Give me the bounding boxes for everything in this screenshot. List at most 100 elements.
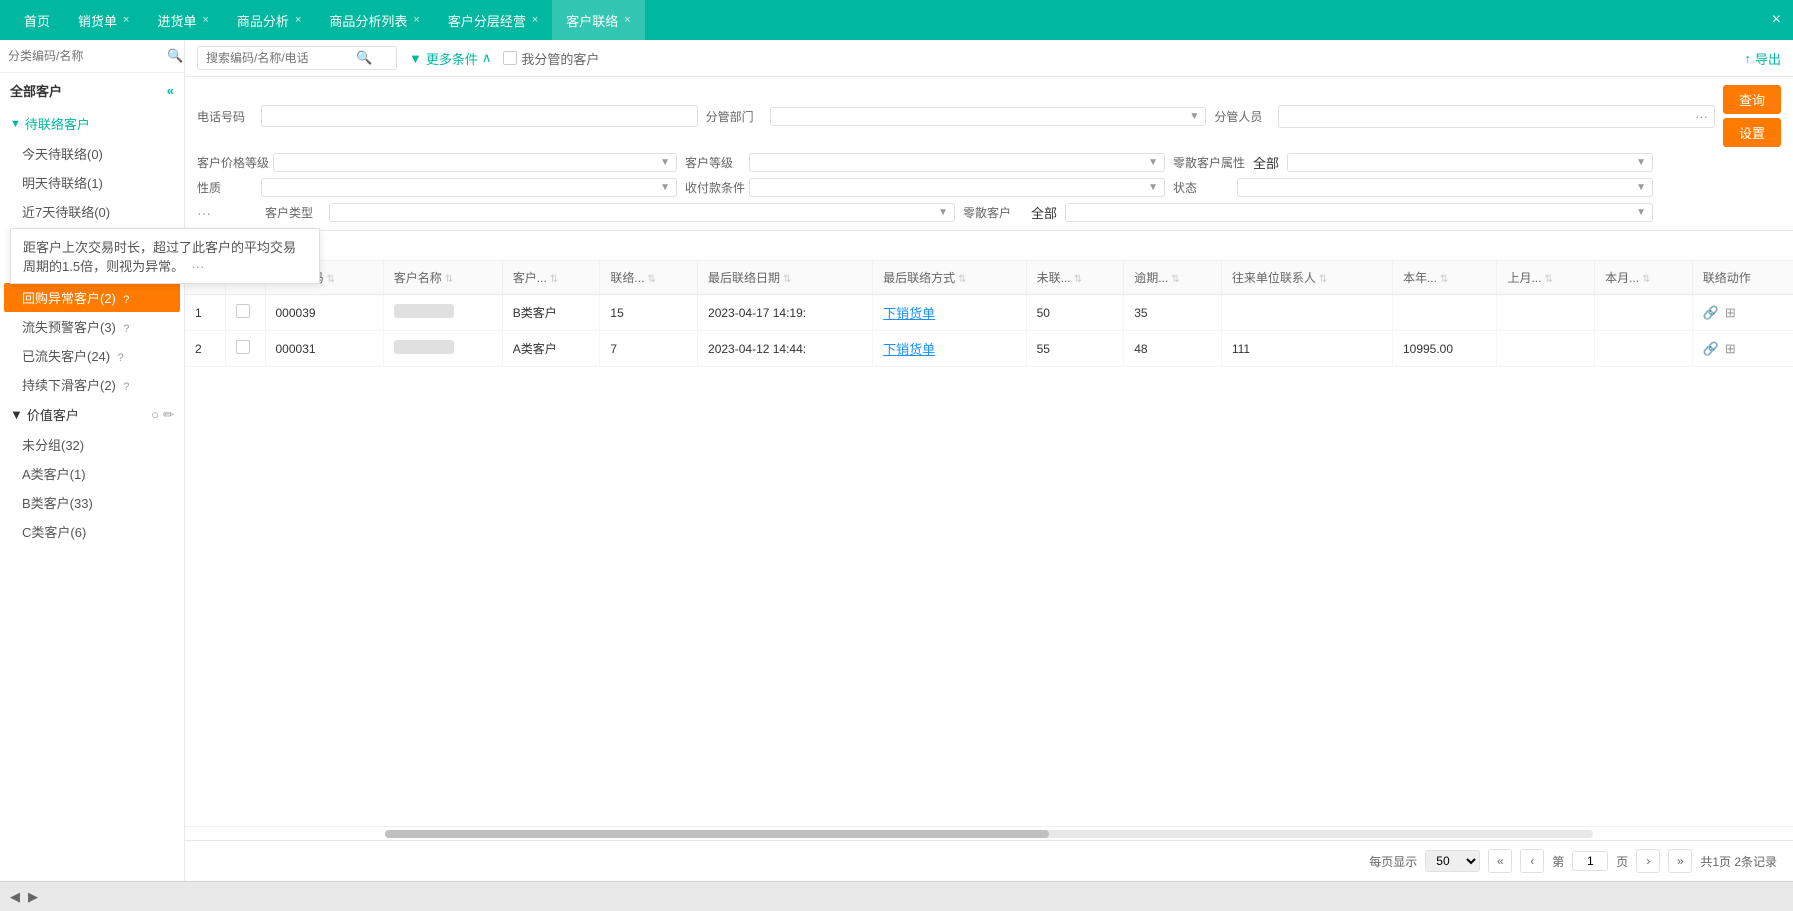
action-grid-icon-0[interactable]: ⊞ <box>1725 305 1736 321</box>
value-edit-icon[interactable]: ✏ <box>163 407 174 423</box>
th-last-contact-method: 最后联络方式⇅ <box>873 261 1026 295</box>
nature-label: 性质 <box>197 179 257 196</box>
table-wrap[interactable]: 客户编码⇅ 客户名称⇅ 客户...⇅ 联络...⇅ 最后联络日期⇅ 最后联络方式… <box>185 261 1793 826</box>
this-year-sort-icon[interactable]: ⇅ <box>1440 274 1448 285</box>
scatter-customer-select[interactable]: ▼ <box>1065 203 1653 222</box>
advanced-filters: 电话号码 分管部门 ▼ 分管人员 ··· <box>185 77 1793 231</box>
filter-nature: 性质 ▼ <box>197 178 677 197</box>
sidebar-search-input[interactable] <box>8 49 163 63</box>
price-level-select[interactable]: ▼ <box>273 153 677 172</box>
sidebar-item-ungrouped[interactable]: 未分组(32) <box>0 430 184 459</box>
sidebar-item-c-class[interactable]: C类客户(6) <box>0 517 184 546</box>
nav-home[interactable]: 首页 <box>10 0 64 40</box>
dept-select[interactable]: ▼ <box>770 107 1207 126</box>
close-product-analysis-icon[interactable]: × <box>295 14 301 26</box>
cell-not-contacted: 50 <box>1026 295 1124 331</box>
prev-page-button[interactable]: ‹ <box>1520 849 1544 873</box>
sidebar-pending-section[interactable]: ▼ 待联络客户 <box>0 108 184 139</box>
payment-select[interactable]: ▼ <box>749 178 1165 197</box>
sidebar-value-section[interactable]: ▼ 价值客户 ○ ✏ <box>0 399 184 430</box>
this-month-sort-icon[interactable]: ⇅ <box>1642 274 1650 285</box>
sidebar-item-b-class[interactable]: B类客户(33) <box>0 488 184 517</box>
main-search-input[interactable] <box>206 51 356 65</box>
page-number-input[interactable] <box>1572 851 1608 871</box>
not-contacted-sort-icon[interactable]: ⇅ <box>1074 274 1082 285</box>
already-lost-info-icon: ? <box>117 352 123 364</box>
filter-customer-level: 客户等级 ▼ <box>685 153 1165 172</box>
sidebar-item-already-lost[interactable]: 已流失客户(24) ? <box>0 341 184 370</box>
nav-customer-contact[interactable]: 客户联络 × <box>552 0 644 40</box>
customer-type-select[interactable]: ▼ <box>329 203 955 222</box>
sidebar-collapse-icon[interactable]: « <box>167 83 174 98</box>
close-product-analysis-list-icon[interactable]: × <box>413 14 419 26</box>
scatter-attr-select[interactable]: ▼ <box>1287 153 1653 172</box>
filter-customer-type: 客户类型 ▼ <box>265 203 955 222</box>
close-all-tabs-button[interactable]: × <box>1772 11 1781 29</box>
contact-method-link-1[interactable]: 下销货单 <box>883 342 935 357</box>
settings-button[interactable]: 设置 <box>1723 118 1781 147</box>
export-button[interactable]: ↑ 导出 <box>1744 49 1781 68</box>
row4-more-dots[interactable]: ··· <box>197 205 211 221</box>
sidebar-item-tomorrow-pending[interactable]: 明天待联络(1) <box>0 168 184 197</box>
nature-select[interactable]: ▼ <box>261 178 677 197</box>
my-customers-checkbox[interactable] <box>503 51 517 65</box>
nav-sales-order[interactable]: 销货单 × <box>64 0 143 40</box>
last-date-sort-icon[interactable]: ⇅ <box>783 274 791 285</box>
scatter-attr-caret: ▼ <box>1636 157 1646 168</box>
action-link-icon-0[interactable]: 🔗 <box>1703 305 1719 321</box>
last-month-sort-icon[interactable]: ⇅ <box>1544 274 1552 285</box>
bottom-nav-right[interactable]: ▶ <box>28 889 38 905</box>
filter-payment: 收付款条件 ▼ <box>685 178 1165 197</box>
close-customer-contact-icon[interactable]: × <box>624 14 630 26</box>
row-checkbox-0[interactable] <box>236 304 250 318</box>
filter-phone: 电话号码 <box>197 105 698 127</box>
bottom-nav-left[interactable]: ◀ <box>10 889 20 905</box>
sidebar-content: 全部客户 « ▼ 待联络客户 今天待联络(0) 明天待联络(1) 近7天待联络(… <box>0 73 184 881</box>
last-page-button[interactable]: » <box>1668 849 1692 873</box>
sidebar-item-lost-warning[interactable]: 流失预警客户(3) ? <box>0 312 184 341</box>
nav-product-analysis[interactable]: 商品分析 × <box>223 0 315 40</box>
value-circle-icon[interactable]: ○ <box>151 407 159 423</box>
status-select[interactable]: ▼ <box>1237 178 1653 197</box>
level-sort-icon[interactable]: ⇅ <box>550 274 558 285</box>
horizontal-scrollbar[interactable] <box>185 826 1793 840</box>
first-page-button[interactable]: « <box>1488 849 1512 873</box>
per-page-select[interactable]: 50 20 100 <box>1425 850 1480 872</box>
sidebar-item-today-pending[interactable]: 今天待联络(0) <box>0 139 184 168</box>
dept-label: 分管部门 <box>706 108 766 125</box>
sidebar-item-a-class[interactable]: A类客户(1) <box>0 459 184 488</box>
more-conditions-button[interactable]: ▼ 更多条件 ∧ <box>409 49 491 68</box>
nav-product-analysis-list[interactable]: 商品分析列表 × <box>315 0 433 40</box>
next-page-button[interactable]: › <box>1636 849 1660 873</box>
close-customer-layered-icon[interactable]: × <box>532 14 538 26</box>
sidebar-item-7day-pending[interactable]: 近7天待联络(0) <box>0 197 184 226</box>
phone-input[interactable] <box>261 105 698 127</box>
scatter-attr-label: 零散客户属性 <box>1173 154 1245 171</box>
sidebar-item-persist-down[interactable]: 持续下滑客户(2) ? <box>0 370 184 399</box>
name-sort-icon[interactable]: ⇅ <box>445 274 453 285</box>
contact-sort-icon[interactable]: ⇅ <box>647 274 655 285</box>
query-button[interactable]: 查询 <box>1723 85 1781 114</box>
contact-person-sort-icon[interactable]: ⇅ <box>1319 274 1327 285</box>
customer-level-select[interactable]: ▼ <box>749 153 1165 172</box>
scroll-thumb[interactable] <box>385 830 1049 838</box>
nav-customer-layered[interactable]: 客户分层经营 × <box>434 0 552 40</box>
price-level-label: 客户价格等级 <box>197 154 269 171</box>
code-sort-icon[interactable]: ⇅ <box>327 274 335 285</box>
overdue-sort-icon[interactable]: ⇅ <box>1171 274 1179 285</box>
sidebar-item-abnormal-repurchase[interactable]: 回购异常客户(2) ? <box>4 283 180 312</box>
sidebar-search-icon[interactable]: 🔍 <box>167 48 183 64</box>
action-link-icon-1[interactable]: 🔗 <box>1703 341 1719 357</box>
filter-row-2: 客户价格等级 ▼ 客户等级 ▼ 零散客户属性 全部 <box>197 153 1781 172</box>
main-search-icon[interactable]: 🔍 <box>356 50 372 66</box>
cell-level: A类客户 <box>502 331 600 367</box>
row-checkbox-1[interactable] <box>236 340 250 354</box>
sidebar-all-customers-header: 全部客户 « <box>0 73 184 108</box>
manager-select[interactable]: ··· <box>1278 105 1715 128</box>
nav-purchase-order[interactable]: 进货单 × <box>143 0 222 40</box>
contact-method-link-0[interactable]: 下销货单 <box>883 306 935 321</box>
close-purchase-order-icon[interactable]: × <box>202 14 208 26</box>
last-method-sort-icon[interactable]: ⇅ <box>958 274 966 285</box>
close-sales-order-icon[interactable]: × <box>123 14 129 26</box>
action-grid-icon-1[interactable]: ⊞ <box>1725 341 1736 357</box>
